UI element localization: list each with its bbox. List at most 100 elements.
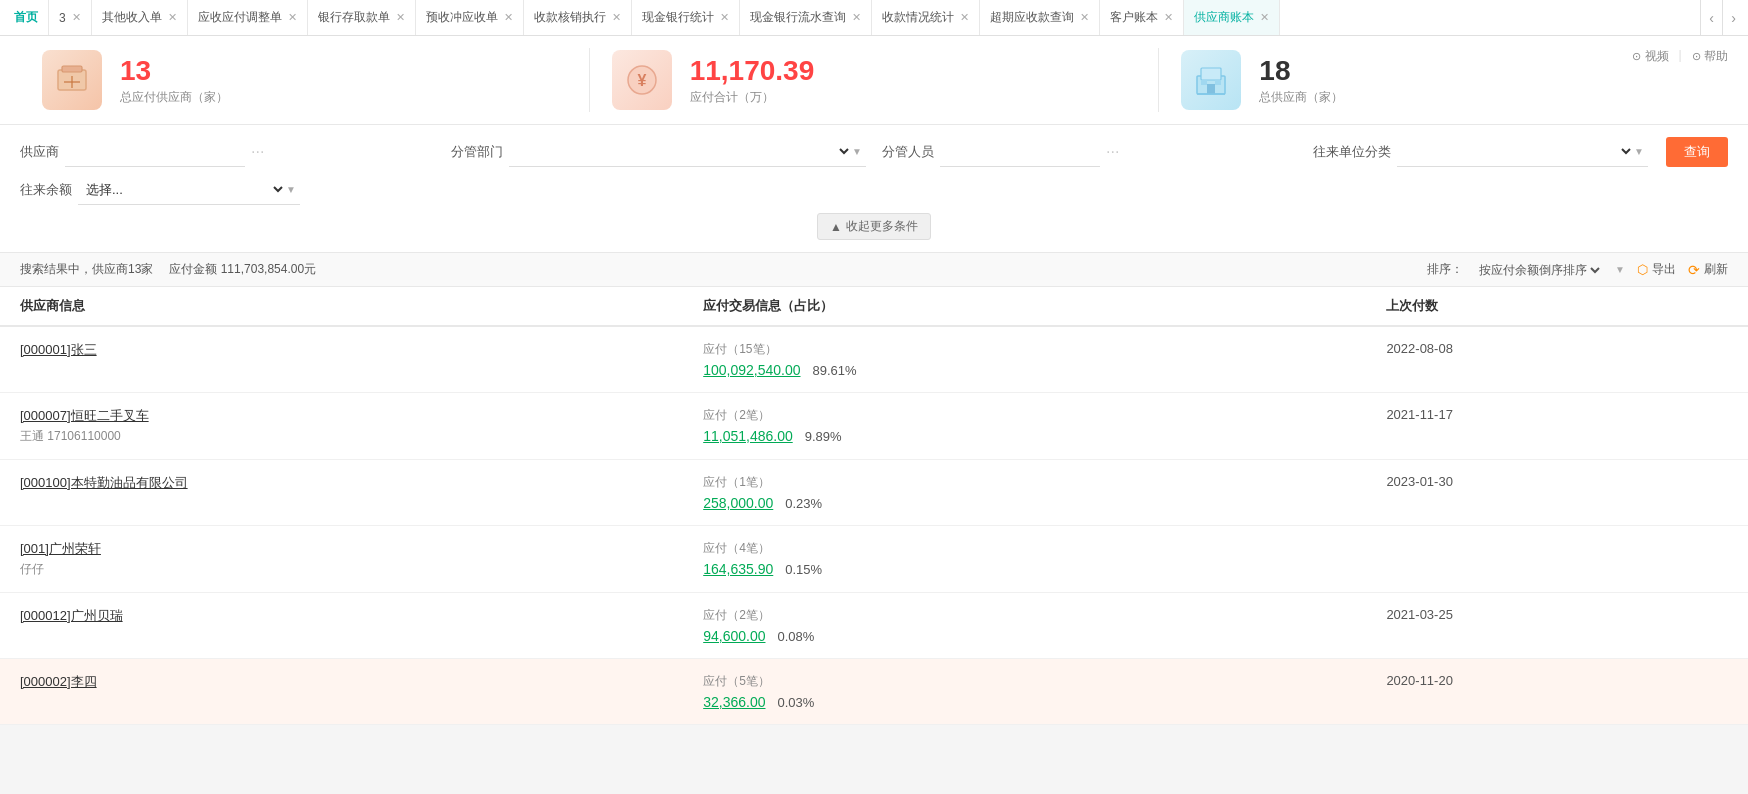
nav-tab-customer-account[interactable]: 客户账本✕ bbox=[1100, 0, 1184, 36]
close-tab-customer-account[interactable]: ✕ bbox=[1164, 11, 1173, 24]
results-count-text: 搜索结果中，供应商13家 bbox=[20, 261, 153, 278]
trans-amount-4[interactable]: 94,600.00 bbox=[703, 628, 765, 644]
filter-person: 分管人员 ··· bbox=[882, 137, 1297, 167]
help-link[interactable]: ⊙ 帮助 bbox=[1692, 48, 1728, 65]
close-tab-cash-bank-flow[interactable]: ✕ bbox=[852, 11, 861, 24]
dept-select[interactable] bbox=[513, 143, 852, 160]
sort-select[interactable]: 按应付余额倒序排序 bbox=[1475, 262, 1603, 278]
last-pay-cell-5: 2020-11-20 bbox=[1386, 673, 1728, 688]
nav-arrow-right[interactable]: › bbox=[1722, 0, 1744, 36]
last-pay-cell-4: 2021-03-25 bbox=[1386, 607, 1728, 622]
trans-cell-1: 应付（2笔） 11,051,486.009.89% bbox=[703, 407, 1386, 444]
supplier-dots[interactable]: ··· bbox=[251, 143, 264, 161]
amount-icon: ¥ bbox=[610, 48, 674, 112]
balance-label: 往来余额 bbox=[20, 181, 72, 199]
person-input[interactable] bbox=[940, 137, 1100, 167]
results-summary: 搜索结果中，供应商13家 应付金额 111,703,854.00元 bbox=[20, 261, 316, 278]
trans-percent-4: 0.08% bbox=[777, 629, 814, 644]
nav-arrow-left[interactable]: ‹ bbox=[1700, 0, 1722, 36]
col-lastpay-header: 上次付数 bbox=[1386, 297, 1728, 315]
last-pay-cell-0: 2022-08-08 bbox=[1386, 341, 1728, 356]
supplier-link-5[interactable]: [000002]李四 bbox=[20, 674, 97, 689]
trans-label-5: 应付（5笔） bbox=[703, 673, 1386, 690]
trans-label-0: 应付（15笔） bbox=[703, 341, 1386, 358]
filter-row-2: 往来余额 选择... ▼ bbox=[20, 175, 1728, 205]
nav-tab-tab3[interactable]: 3✕ bbox=[49, 0, 92, 36]
close-tab-cash-bank-stat[interactable]: ✕ bbox=[720, 11, 729, 24]
trans-label-2: 应付（1笔） bbox=[703, 474, 1386, 491]
table-row: [000100]本特勤油品有限公司应付（1笔）258,000.000.23%20… bbox=[0, 460, 1748, 526]
dept-label: 分管部门 bbox=[451, 143, 503, 161]
close-tab-overdue-collection[interactable]: ✕ bbox=[1080, 11, 1089, 24]
supplier-cell-1: [000007]恒旺二手叉车王通 17106110000 bbox=[20, 407, 703, 445]
filter-category: 往来单位分类 ▼ 查询 bbox=[1313, 137, 1728, 167]
export-button[interactable]: ⬡ 导出 bbox=[1637, 261, 1676, 278]
trans-label-4: 应付（2笔） bbox=[703, 607, 1386, 624]
person-label: 分管人员 bbox=[882, 143, 934, 161]
supplier-link-3[interactable]: [001]广州荣轩 bbox=[20, 541, 101, 556]
trans-amount-5[interactable]: 32,366.00 bbox=[703, 694, 765, 710]
trans-cell-4: 应付（2笔） 94,600.00 0.08% bbox=[703, 607, 1386, 644]
last-pay-cell-1: 2021-11-17 bbox=[1386, 407, 1728, 422]
trans-amount-2[interactable]: 258,000.00 bbox=[703, 495, 773, 511]
trans-cell-2: 应付（1笔） 258,000.00 0.23% bbox=[703, 474, 1386, 511]
supplier-cell-5: [000002]李四 bbox=[20, 673, 703, 691]
close-tab-collection-exec[interactable]: ✕ bbox=[612, 11, 621, 24]
collapse-button[interactable]: ▲ 收起更多条件 bbox=[817, 213, 931, 240]
supplier-link-0[interactable]: [000001]张三 bbox=[20, 342, 97, 357]
category-select[interactable] bbox=[1401, 143, 1634, 160]
trans-row-5: 32,366.000.03% bbox=[703, 694, 1386, 710]
table-row: [000012]广州贝瑞 应付（2笔） 94,600.00 0.08% 2021-03-… bbox=[0, 593, 1748, 659]
refresh-button[interactable]: ⟳ 刷新 bbox=[1688, 261, 1728, 278]
total-suppliers-content: 18 总供应商（家） bbox=[1259, 54, 1343, 107]
balance-select[interactable]: 选择... bbox=[82, 181, 286, 198]
trans-percent-2: 0.23% bbox=[785, 496, 822, 511]
supplier-input[interactable] bbox=[65, 137, 245, 167]
nav-tab-overdue-collection[interactable]: 超期应收款查询✕ bbox=[980, 0, 1100, 36]
total-suppliers-label: 总供应商（家） bbox=[1259, 89, 1343, 106]
close-tab-tab3[interactable]: ✕ bbox=[72, 11, 81, 24]
svg-rect-7 bbox=[1201, 68, 1221, 80]
supplier-cell-0: [000001]张三 bbox=[20, 341, 703, 359]
close-tab-collection-stat[interactable]: ✕ bbox=[960, 11, 969, 24]
trans-amount-1[interactable]: 11,051,486.00 bbox=[703, 428, 793, 444]
trans-row-0: 100,092,540.0089.61% bbox=[703, 362, 1386, 378]
close-tab-advance-offset[interactable]: ✕ bbox=[504, 11, 513, 24]
nav-tab-cash-bank-flow[interactable]: 现金银行流水查询✕ bbox=[740, 0, 872, 36]
supplier-link-1[interactable]: [000007]恒旺二手叉车 bbox=[20, 408, 149, 423]
payable-suppliers-number: 13 bbox=[120, 54, 228, 88]
close-tab-other-income[interactable]: ✕ bbox=[168, 11, 177, 24]
svg-rect-9 bbox=[1201, 80, 1207, 85]
svg-rect-1 bbox=[62, 66, 82, 72]
refresh-label: 刷新 bbox=[1704, 261, 1728, 278]
nav-tab-bank-deposit[interactable]: 银行存取款单✕ bbox=[308, 0, 416, 36]
nav-tab-collection-stat[interactable]: 收款情况统计✕ bbox=[872, 0, 980, 36]
nav-tab-ap-adjust[interactable]: 应收应付调整单✕ bbox=[188, 0, 308, 36]
trans-amount-0[interactable]: 100,092,540.00 bbox=[703, 362, 800, 378]
trans-label-1: 应付（2笔） bbox=[703, 407, 1386, 424]
video-icon: ⊙ bbox=[1632, 50, 1641, 62]
trans-amount-3[interactable]: 164,635.90 bbox=[703, 561, 773, 577]
filter-dept: 分管部门 ▼ bbox=[451, 137, 866, 167]
nav-tab-advance-offset[interactable]: 预收冲应收单✕ bbox=[416, 0, 524, 36]
balance-select-wrap: 选择... ▼ bbox=[78, 175, 300, 205]
video-link[interactable]: ⊙ 视频 bbox=[1632, 48, 1668, 65]
nav-tab-home[interactable]: 首页 bbox=[4, 0, 49, 36]
filter-row-1: 供应商 ··· 分管部门 ▼ 分管人员 ··· 往来单位分类 bbox=[20, 137, 1728, 167]
results-amount-text: 应付金额 111,703,854.00元 bbox=[169, 261, 316, 278]
close-tab-bank-deposit[interactable]: ✕ bbox=[396, 11, 405, 24]
query-button[interactable]: 查询 bbox=[1666, 137, 1728, 167]
person-dots[interactable]: ··· bbox=[1106, 143, 1119, 161]
close-tab-supplier-account[interactable]: ✕ bbox=[1260, 11, 1269, 24]
collapse-icon: ▲ bbox=[830, 220, 842, 234]
col-trans-header: 应付交易信息（占比） bbox=[703, 297, 1386, 315]
nav-tab-cash-bank-stat[interactable]: 现金银行统计✕ bbox=[632, 0, 740, 36]
supplier-cell-2: [000100]本特勤油品有限公司 bbox=[20, 474, 703, 492]
supplier-link-4[interactable]: [000012]广州贝瑞 bbox=[20, 608, 123, 623]
nav-tab-collection-exec[interactable]: 收款核销执行✕ bbox=[524, 0, 632, 36]
supplier-link-2[interactable]: [000100]本特勤油品有限公司 bbox=[20, 475, 188, 490]
close-tab-ap-adjust[interactable]: ✕ bbox=[288, 11, 297, 24]
nav-tab-supplier-account[interactable]: 供应商账本✕ bbox=[1184, 0, 1280, 36]
trans-row-1: 11,051,486.009.89% bbox=[703, 428, 1386, 444]
nav-tab-other-income[interactable]: 其他收入单✕ bbox=[92, 0, 188, 36]
